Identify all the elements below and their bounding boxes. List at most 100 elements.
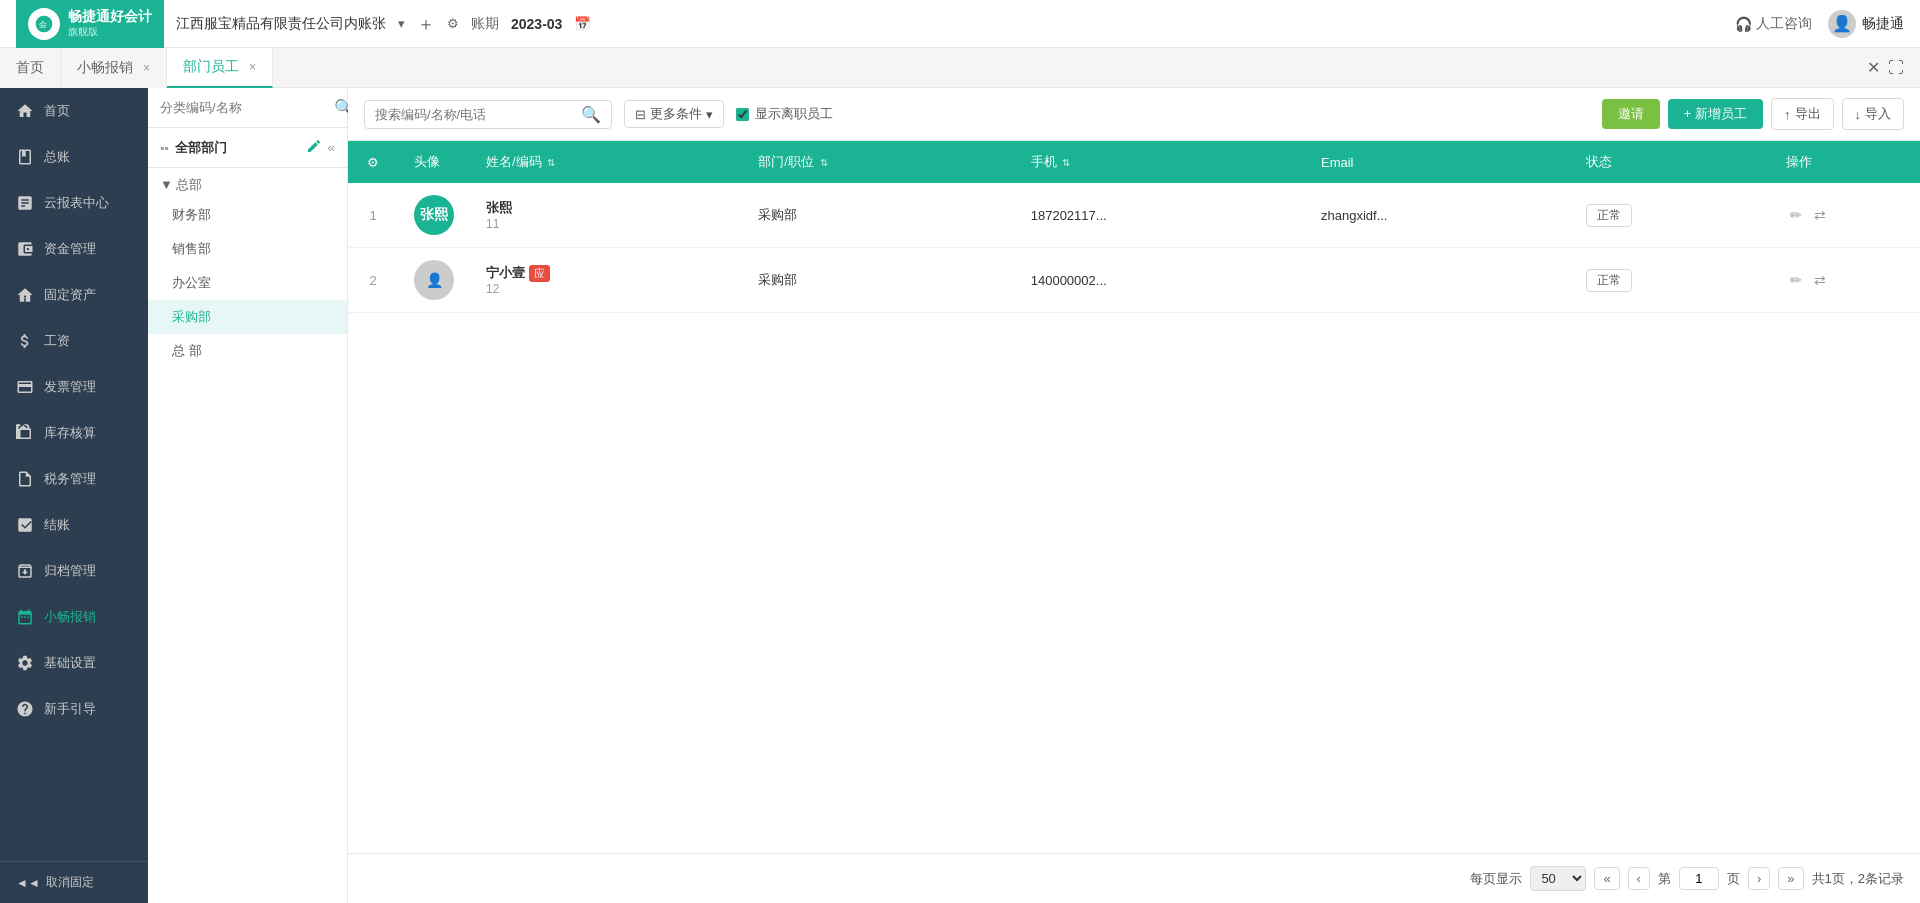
- sidebar-label-ledger: 总账: [44, 148, 70, 166]
- dept-search-input[interactable]: [160, 100, 328, 115]
- top-right-area: 🎧 人工咨询 👤 畅捷通: [1735, 10, 1904, 38]
- more-button[interactable]: ⇄: [1810, 272, 1830, 288]
- dept-group-headquarter: ▼ 总部: [148, 168, 347, 198]
- per-page-select[interactable]: 50 20 100: [1530, 866, 1586, 891]
- all-dept-header[interactable]: ▪▪ 全部部门 «: [148, 128, 347, 168]
- sidebar-item-ledger[interactable]: 总账: [0, 134, 148, 180]
- sidebar-item-archive[interactable]: 归档管理: [0, 548, 148, 594]
- period-value: 2023-03: [511, 16, 562, 32]
- sort-dept-icon[interactable]: ⇅: [820, 157, 828, 168]
- col-action-label: 操作: [1786, 154, 1812, 169]
- per-page-label: 每页显示: [1470, 870, 1522, 888]
- col-phone[interactable]: 手机 ⇅: [1015, 141, 1305, 183]
- sidebar-label-xiaochang: 小畅报销: [44, 608, 96, 626]
- add-company-button[interactable]: ＋: [417, 12, 435, 36]
- show-resigned-text: 显示离职员工: [755, 105, 833, 123]
- export-button[interactable]: ↑ 导出: [1771, 98, 1834, 130]
- show-resigned-label[interactable]: 显示离职员工: [736, 105, 833, 123]
- period-label: 账期: [471, 15, 499, 33]
- search-icon[interactable]: 🔍: [581, 105, 601, 124]
- sidebar-item-home[interactable]: 首页: [0, 88, 148, 134]
- page-input[interactable]: [1679, 867, 1719, 890]
- sidebar-item-checkout[interactable]: 结账: [0, 502, 148, 548]
- book-icon: [16, 148, 34, 166]
- sort-phone-icon[interactable]: ⇅: [1062, 157, 1070, 168]
- company-name[interactable]: 江西服宝精品有限责任公司内账张: [176, 15, 386, 33]
- dept-item-general[interactable]: 总 部: [148, 334, 347, 368]
- status-badge: 正常: [1586, 204, 1632, 227]
- employee-table: ⚙ 头像 姓名/编码 ⇅ 部门/职位 ⇅: [348, 141, 1920, 313]
- settings-button[interactable]: ⚙: [447, 16, 459, 31]
- add-employee-button[interactable]: + 新增员工: [1668, 99, 1763, 129]
- tab-xiaochang[interactable]: 小畅报销 ×: [61, 48, 167, 88]
- col-email-label: Email: [1321, 155, 1354, 170]
- sidebar-label-home: 首页: [44, 102, 70, 120]
- col-dept-position[interactable]: 部门/职位 ⇅: [742, 141, 1014, 183]
- employee-table-container: ⚙ 头像 姓名/编码 ⇅ 部门/职位 ⇅: [348, 141, 1920, 853]
- dept-collapse-button[interactable]: «: [328, 140, 335, 155]
- svg-text:会: 会: [39, 19, 47, 29]
- logo-icon: 会: [28, 8, 60, 40]
- sort-name-icon[interactable]: ⇅: [547, 157, 555, 168]
- tab-dept-emp-close[interactable]: ×: [249, 60, 256, 74]
- dept-edit-button[interactable]: [306, 138, 322, 157]
- name-code-wrapper: 宁小壹应 12: [486, 264, 726, 296]
- user-name: 畅捷通: [1862, 15, 1904, 33]
- sidebar-item-fund[interactable]: 资金管理: [0, 226, 148, 272]
- row-num: 1: [348, 183, 398, 248]
- user-avatar-icon: 👤: [1832, 14, 1852, 33]
- first-page-button[interactable]: «: [1594, 867, 1619, 890]
- cancel-fixed-label: 取消固定: [46, 874, 94, 891]
- sidebar-item-settings[interactable]: 基础设置: [0, 640, 148, 686]
- tab-xiaochang-close[interactable]: ×: [143, 61, 150, 75]
- emp-code: 12: [486, 282, 726, 296]
- close-window-button[interactable]: ✕: [1867, 58, 1880, 77]
- more-button[interactable]: ⇄: [1810, 207, 1830, 223]
- col-action: 操作: [1770, 141, 1920, 183]
- settings-col-icon: ⚙: [367, 155, 379, 170]
- tab-dept-emp[interactable]: 部门员工 ×: [167, 48, 273, 88]
- col-avatar: 头像: [398, 141, 470, 183]
- sidebar-item-assets[interactable]: 固定资产: [0, 272, 148, 318]
- company-dropdown-button[interactable]: ▾: [398, 16, 405, 31]
- sidebar-label-archive: 归档管理: [44, 562, 96, 580]
- user-area[interactable]: 👤 畅捷通: [1828, 10, 1904, 38]
- support-button[interactable]: 🎧 人工咨询: [1735, 15, 1812, 33]
- edit-button[interactable]: ✏: [1786, 207, 1806, 223]
- show-resigned-checkbox[interactable]: [736, 108, 749, 121]
- more-conditions-button[interactable]: ⊟ 更多条件 ▾: [624, 100, 724, 128]
- import-button[interactable]: ↓ 导入: [1842, 98, 1905, 130]
- last-page-button[interactable]: »: [1778, 867, 1803, 890]
- sidebar-item-reports[interactable]: 云报表中心: [0, 180, 148, 226]
- sidebar-item-guide[interactable]: 新手引导: [0, 686, 148, 732]
- next-page-button[interactable]: ›: [1748, 867, 1770, 890]
- tab-home[interactable]: 首页: [0, 48, 61, 88]
- employee-search-input[interactable]: [375, 107, 575, 122]
- add-employee-label: + 新增员工: [1684, 106, 1747, 121]
- cancel-fixed-button[interactable]: ◄◄ 取消固定: [0, 861, 148, 903]
- sidebar-label-inventory: 库存核算: [44, 424, 96, 442]
- col-name-code[interactable]: 姓名/编码 ⇅: [470, 141, 742, 183]
- prev-page-button[interactable]: ‹: [1628, 867, 1650, 890]
- sidebar-item-inventory[interactable]: 库存核算: [0, 410, 148, 456]
- tab-dept-emp-label: 部门员工: [183, 58, 239, 76]
- pin-icon: ◄◄: [16, 876, 40, 890]
- dept-item-office[interactable]: 办公室: [148, 266, 347, 300]
- gear-icon: [16, 654, 34, 672]
- wallet-icon: [16, 240, 34, 258]
- sidebar-item-xiaochang[interactable]: 小畅报销: [0, 594, 148, 640]
- calendar-button[interactable]: 📅: [574, 16, 591, 31]
- sidebar-item-salary[interactable]: 工资: [0, 318, 148, 364]
- sidebar-item-tax[interactable]: 税务管理: [0, 456, 148, 502]
- sidebar-label-checkout: 结账: [44, 516, 70, 534]
- edit-button[interactable]: ✏: [1786, 272, 1806, 288]
- maximize-window-button[interactable]: ⛶: [1888, 59, 1904, 77]
- dept-item-sales[interactable]: 销售部: [148, 232, 347, 266]
- invite-button[interactable]: 邀请: [1602, 99, 1660, 129]
- dept-item-finance[interactable]: 财务部: [148, 198, 347, 232]
- dept-label-sales: 销售部: [172, 240, 211, 258]
- col-settings[interactable]: ⚙: [348, 141, 398, 183]
- cell-name-code: 张熙 11: [470, 183, 742, 248]
- dept-item-purchase[interactable]: 采购部: [148, 300, 347, 334]
- sidebar-item-invoice[interactable]: 发票管理: [0, 364, 148, 410]
